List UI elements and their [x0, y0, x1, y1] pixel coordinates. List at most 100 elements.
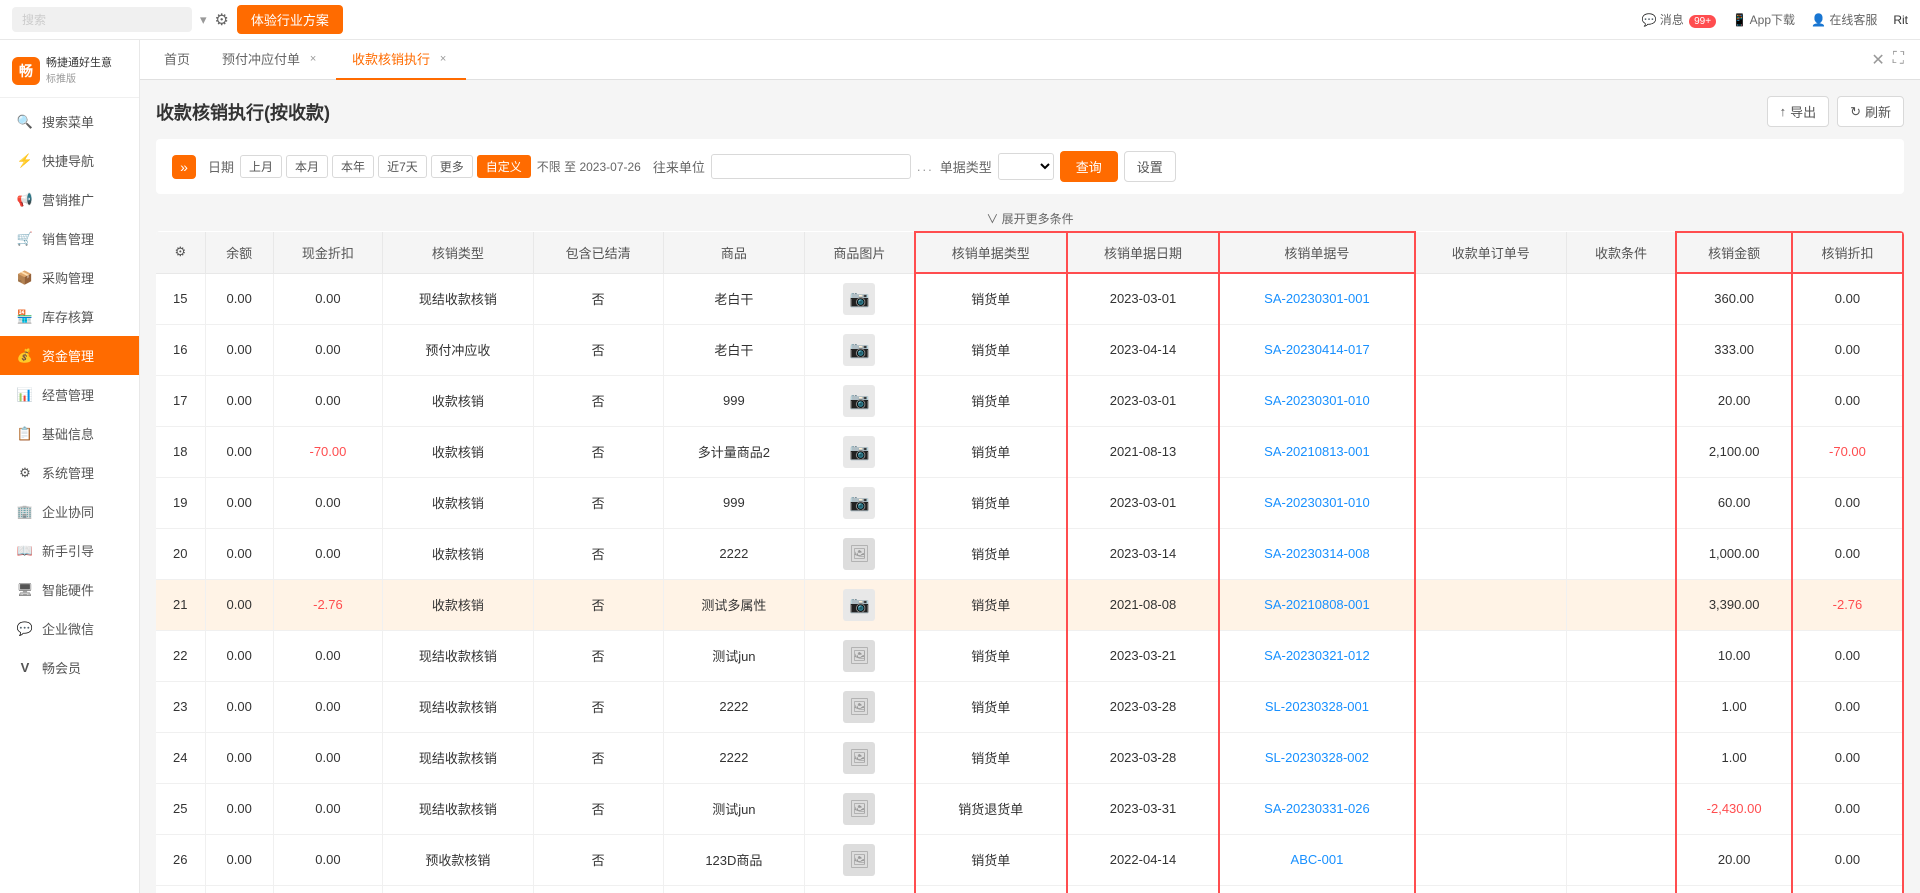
- sidebar-item-marketing[interactable]: 📢 营销推广: [0, 180, 139, 219]
- cell-bill-no[interactable]: SL-20230328-001: [1219, 681, 1415, 732]
- cell-bill-no[interactable]: SL-20230328-002: [1219, 732, 1415, 783]
- cell-cash-discount: 0.00: [273, 732, 382, 783]
- sidebar-item-guide[interactable]: 📖 新手引导: [0, 531, 139, 570]
- cell-cancel-discount: 0.00: [1792, 783, 1903, 834]
- sidebar-item-finance[interactable]: 💰 资金管理: [0, 336, 139, 375]
- date-btn-custom[interactable]: 自定义: [477, 155, 531, 178]
- bill-no-link[interactable]: SA-20230331-026: [1264, 801, 1370, 816]
- solution-button[interactable]: 体验行业方案: [237, 5, 343, 34]
- user-name[interactable]: Rit: [1893, 13, 1908, 27]
- cell-goods-img: 🖼: [805, 630, 915, 681]
- date-btn-more[interactable]: 更多: [431, 155, 473, 178]
- date-btn-this-year[interactable]: 本年: [332, 155, 374, 178]
- sidebar-item-inventory[interactable]: 🏪 库存核算: [0, 297, 139, 336]
- date-btn-this-month[interactable]: 本月: [286, 155, 328, 178]
- date-btn-last-month[interactable]: 上月: [240, 155, 282, 178]
- sidebar-item-sales[interactable]: 🛒 销售管理: [0, 219, 139, 258]
- cell-bill-no[interactable]: SL-20230408-001: [1219, 885, 1415, 893]
- cell-bill-type: 销货单: [915, 477, 1067, 528]
- sidebar-item-system[interactable]: ⚙ 系统管理: [0, 453, 139, 492]
- bill-no-link[interactable]: SA-20230314-008: [1264, 546, 1370, 561]
- tab-prepay-close[interactable]: ×: [306, 52, 320, 66]
- cell-receipt-cond: [1566, 630, 1676, 681]
- bill-no-link[interactable]: SA-20210813-001: [1264, 444, 1370, 459]
- filter-expand-button[interactable]: »: [172, 155, 196, 179]
- cell-bill-type: 销货单: [915, 375, 1067, 426]
- expand-more-label: ∨ 展开更多条件: [986, 210, 1073, 227]
- tab-collection[interactable]: 收款核销执行 ×: [336, 40, 466, 80]
- cell-settled: 否: [533, 630, 663, 681]
- partner-input[interactable]: [711, 154, 911, 179]
- cell-bill-no[interactable]: SA-20230301-010: [1219, 375, 1415, 426]
- sidebar-item-purchase[interactable]: 📦 采购管理: [0, 258, 139, 297]
- bill-no-link[interactable]: SA-20210808-001: [1264, 597, 1370, 612]
- bill-no-link[interactable]: SA-20230301-001: [1264, 291, 1370, 306]
- tab-home[interactable]: 首页: [148, 40, 206, 80]
- message-area[interactable]: 💬 消息 99+: [1641, 11, 1716, 28]
- cell-bill-no[interactable]: SA-20210808-001: [1219, 579, 1415, 630]
- cell-cancel-type: 现结收款核销: [383, 885, 534, 893]
- cell-bill-no[interactable]: SA-20230331-026: [1219, 783, 1415, 834]
- query-button[interactable]: 查询: [1060, 151, 1118, 182]
- app-download[interactable]: 📱 App下载: [1732, 11, 1795, 28]
- cell-bill-no[interactable]: SA-20210813-001: [1219, 426, 1415, 477]
- expand-more-bar[interactable]: ∨ 展开更多条件: [156, 206, 1904, 231]
- bill-no-link[interactable]: ABC-001: [1291, 852, 1344, 867]
- dropdown-arrow-icon[interactable]: ▾: [200, 12, 207, 28]
- sidebar-item-hardware[interactable]: 🖥 智能硬件: [0, 570, 139, 609]
- cell-bill-type: 销货单: [915, 885, 1067, 893]
- cell-bill-no[interactable]: ABC-001: [1219, 834, 1415, 885]
- sidebar-item-shortcut[interactable]: ⚡ 快捷导航: [0, 141, 139, 180]
- tab-bar-actions: ✕ ⛶: [1871, 50, 1912, 70]
- sidebar-item-wechat[interactable]: 💬 企业微信: [0, 609, 139, 648]
- cell-no: 27: [156, 885, 205, 893]
- bill-no-link[interactable]: SA-20230321-012: [1264, 648, 1370, 663]
- product-image-placeholder: 📷: [843, 589, 875, 621]
- data-table: ⚙ 余额 现金折扣 核销类型 包含已结清 商品 商品图片 核销单据类型 核销单据…: [156, 231, 1904, 893]
- cell-bill-no[interactable]: SA-20230314-008: [1219, 528, 1415, 579]
- setting-button[interactable]: 设置: [1124, 151, 1176, 182]
- hardware-icon: 🖥: [16, 582, 34, 598]
- bill-no-link[interactable]: SA-20230301-010: [1264, 495, 1370, 510]
- cell-balance: 0.00: [205, 426, 273, 477]
- cell-receipt-order: [1415, 885, 1566, 893]
- close-window-icon[interactable]: ✕: [1871, 50, 1884, 70]
- cell-cancel-type: 现结收款核销: [383, 273, 534, 324]
- cell-goods-img: 🖼: [805, 732, 915, 783]
- cell-bill-no[interactable]: SA-20230321-012: [1219, 630, 1415, 681]
- cell-balance: 0.00: [205, 732, 273, 783]
- export-icon: ↑: [1780, 104, 1787, 119]
- maximize-icon[interactable]: ⛶: [1893, 50, 1904, 70]
- sidebar-item-basic[interactable]: 📋 基础信息: [0, 414, 139, 453]
- bill-type-select[interactable]: [998, 153, 1054, 180]
- product-image-placeholder: 📷: [843, 487, 875, 519]
- tab-collection-close[interactable]: ×: [436, 52, 450, 66]
- cell-bill-date: 2022-04-14: [1067, 834, 1219, 885]
- date-btn-7days[interactable]: 近7天: [378, 155, 427, 178]
- sidebar-item-operation[interactable]: 📊 经营管理: [0, 375, 139, 414]
- cell-cancel-type: 收款核销: [383, 426, 534, 477]
- tab-prepay[interactable]: 预付冲应付单 ×: [206, 40, 336, 80]
- bill-no-link[interactable]: SA-20230301-010: [1264, 393, 1370, 408]
- cell-cancel-discount: 0.00: [1792, 528, 1903, 579]
- cell-cancel-type: 收款核销: [383, 477, 534, 528]
- cell-bill-no[interactable]: SA-20230414-017: [1219, 324, 1415, 375]
- sidebar-item-search[interactable]: 🔍 搜索菜单: [0, 102, 139, 141]
- bill-no-link[interactable]: SL-20230328-002: [1265, 750, 1369, 765]
- sidebar-item-member[interactable]: V 畅会员: [0, 648, 139, 687]
- bill-no-link[interactable]: SA-20230414-017: [1264, 342, 1370, 357]
- refresh-button[interactable]: ↻ 刷新: [1837, 96, 1904, 127]
- col-header-settings[interactable]: ⚙: [156, 232, 205, 273]
- product-image-placeholder: 📷: [843, 385, 875, 417]
- bill-no-link[interactable]: SL-20230328-001: [1265, 699, 1369, 714]
- settings-icon[interactable]: ⚙: [215, 10, 229, 30]
- cell-bill-no[interactable]: SA-20230301-001: [1219, 273, 1415, 324]
- export-button[interactable]: ↑ 导出: [1767, 96, 1830, 127]
- cell-no: 18: [156, 426, 205, 477]
- cell-bill-no[interactable]: SA-20230301-010: [1219, 477, 1415, 528]
- tab-bar: 首页 预付冲应付单 × 收款核销执行 × ✕ ⛶: [140, 40, 1920, 80]
- col-header-bill-type: 核销单据类型: [915, 232, 1067, 273]
- top-bar-left: 搜索 ▾ ⚙ 体验行业方案: [12, 5, 1633, 34]
- sidebar-item-corp[interactable]: 🏢 企业协同: [0, 492, 139, 531]
- online-service[interactable]: 👤 在线客服: [1811, 11, 1877, 28]
